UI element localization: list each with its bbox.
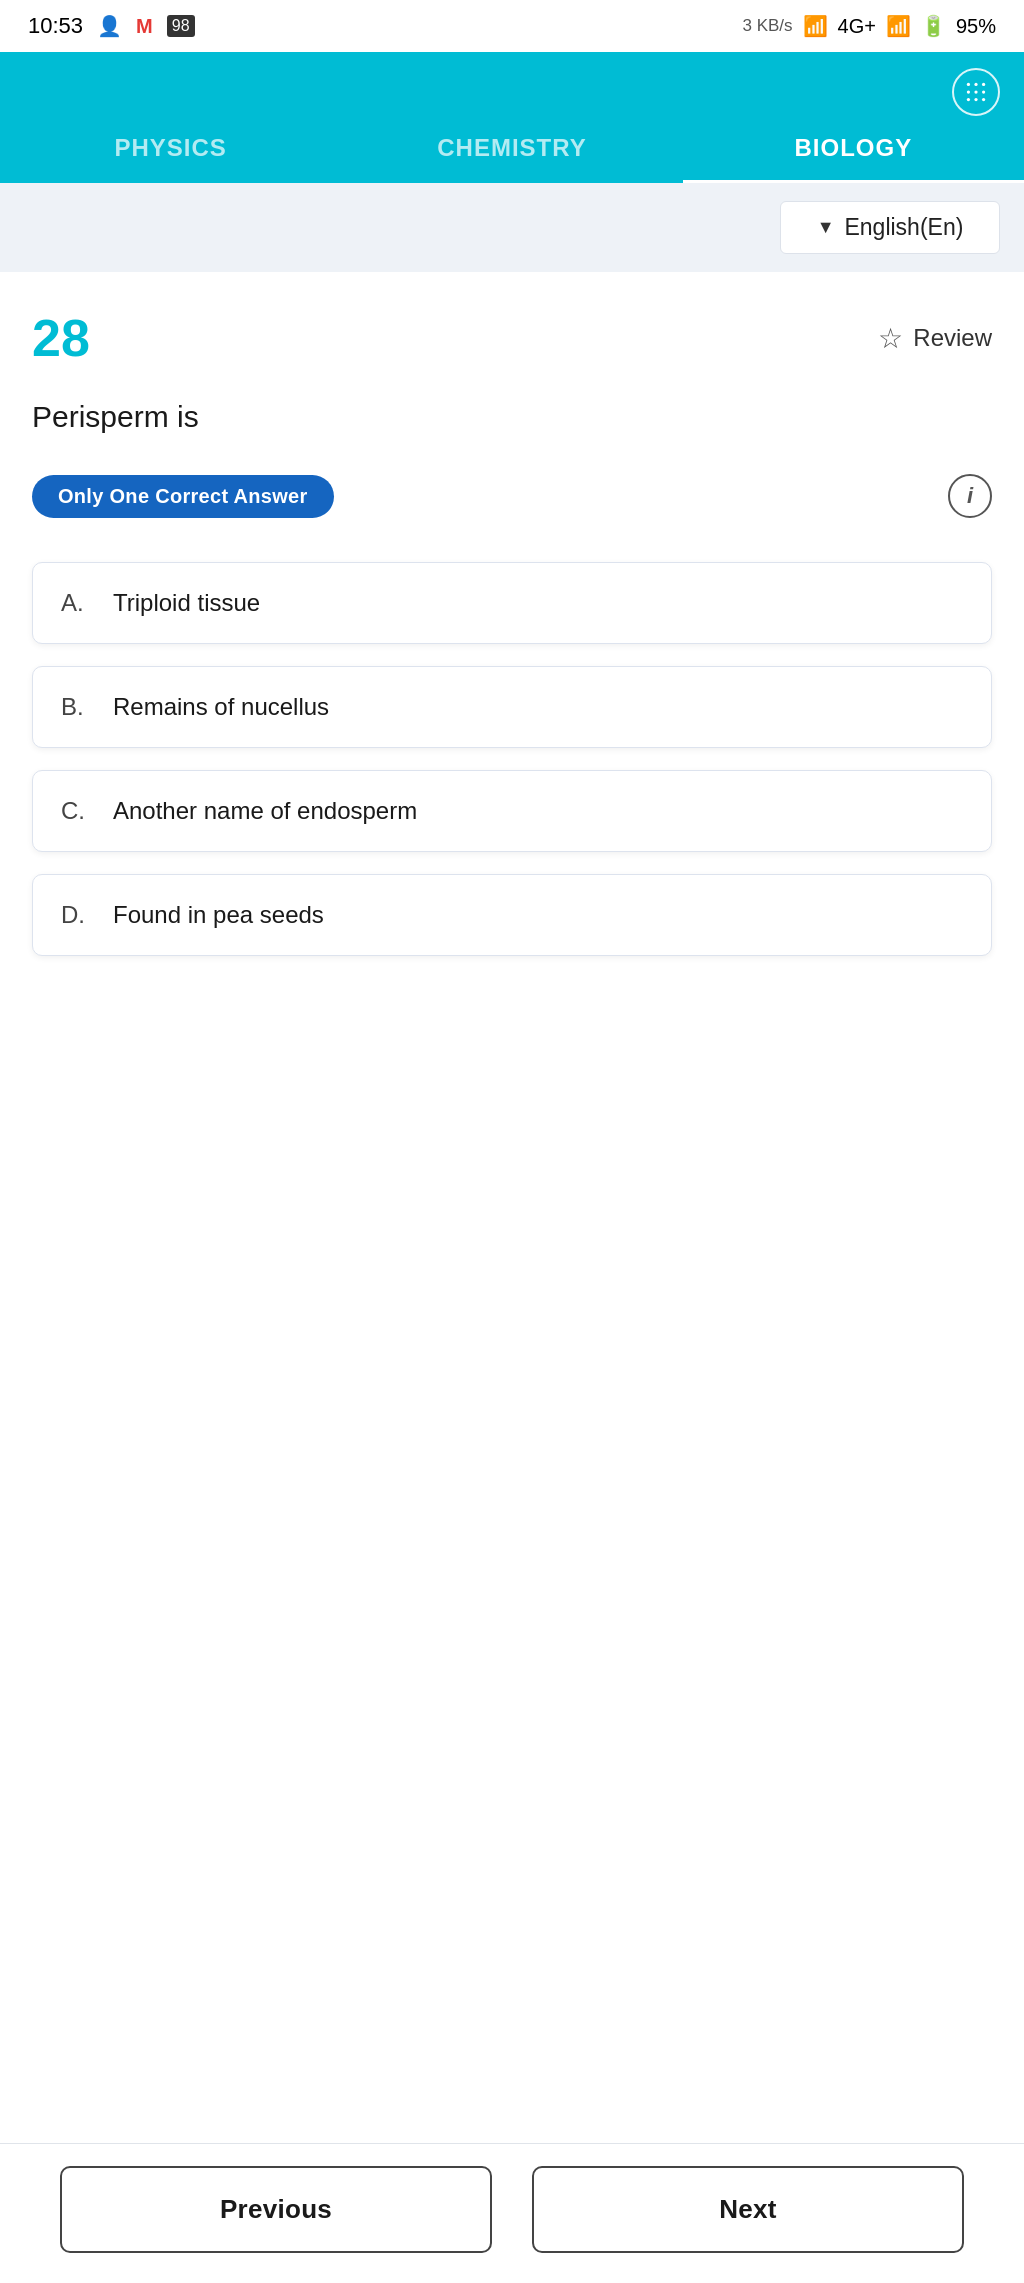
language-dropdown[interactable]: ▼ English(En) <box>780 201 1000 254</box>
status-bar: 10:53 👤 M 98 3 KB/s 📶 4G+ 📶 🔋 95% <box>0 0 1024 52</box>
option-b[interactable]: B. Remains of nucellus <box>32 666 992 748</box>
status-mail-icon: M <box>136 15 153 38</box>
svg-point-4 <box>974 90 977 93</box>
option-d-text: Found in pea seeds <box>113 901 324 929</box>
question-text: Perisperm is <box>32 396 992 438</box>
svg-point-2 <box>982 83 985 86</box>
info-icon: i <box>967 483 973 509</box>
review-label: Review <box>913 324 992 352</box>
status-battery-icon: 🔋 <box>921 14 946 38</box>
option-a-letter: A. <box>61 589 91 617</box>
main-content: 28 ☆ Review Perisperm is Only One Correc… <box>0 272 1024 2172</box>
options-list: A. Triploid tissue B. Remains of nucellu… <box>32 562 992 956</box>
option-b-text: Remains of nucellus <box>113 693 329 721</box>
status-time: 10:53 <box>28 13 83 39</box>
language-label: English(En) <box>844 214 963 241</box>
svg-point-0 <box>967 83 970 86</box>
nav-tabs: PHYSICS CHEMISTRY BIOLOGY <box>0 120 1024 183</box>
answer-type-badge: Only One Correct Answer <box>32 475 334 518</box>
svg-point-5 <box>982 90 985 93</box>
next-button[interactable]: Next <box>532 2166 964 2253</box>
status-signal-icon: 📶 <box>886 14 911 38</box>
tab-chemistry[interactable]: CHEMISTRY <box>341 120 682 183</box>
status-network: 4G+ <box>838 15 876 38</box>
option-b-letter: B. <box>61 693 91 721</box>
option-a[interactable]: A. Triploid tissue <box>32 562 992 644</box>
status-battery: 95% <box>956 15 996 38</box>
bottom-navigation: Previous Next <box>0 2143 1024 2283</box>
option-c-letter: C. <box>61 797 91 825</box>
svg-point-8 <box>982 98 985 101</box>
option-a-text: Triploid tissue <box>113 589 260 617</box>
tab-physics[interactable]: PHYSICS <box>0 120 341 183</box>
review-button[interactable]: ☆ Review <box>878 322 992 355</box>
status-wifi-icon: 📶 <box>803 14 828 38</box>
svg-point-3 <box>967 90 970 93</box>
status-extra-icon: 98 <box>167 15 195 37</box>
option-d[interactable]: D. Found in pea seeds <box>32 874 992 956</box>
question-number: 28 <box>32 308 90 368</box>
header-top <box>0 52 1024 120</box>
option-c-text: Another name of endosperm <box>113 797 417 825</box>
option-d-letter: D. <box>61 901 91 929</box>
language-bar: ▼ English(En) <box>0 183 1024 272</box>
svg-point-7 <box>974 98 977 101</box>
svg-point-1 <box>974 83 977 86</box>
status-left: 10:53 👤 M 98 <box>28 13 195 39</box>
dropdown-arrow: ▼ <box>817 217 835 238</box>
question-header: 28 ☆ Review <box>32 308 992 368</box>
svg-point-6 <box>967 98 970 101</box>
answer-type-row: Only One Correct Answer i <box>32 474 992 518</box>
option-c[interactable]: C. Another name of endosperm <box>32 770 992 852</box>
header: PHYSICS CHEMISTRY BIOLOGY <box>0 52 1024 183</box>
tab-biology[interactable]: BIOLOGY <box>683 120 1024 183</box>
status-kb: 3 KB/s <box>743 16 793 36</box>
info-button[interactable]: i <box>948 474 992 518</box>
previous-button[interactable]: Previous <box>60 2166 492 2253</box>
status-user-icon: 👤 <box>97 14 122 38</box>
status-right: 3 KB/s 📶 4G+ 📶 🔋 95% <box>743 14 996 38</box>
grid-menu-button[interactable] <box>952 68 1000 116</box>
star-icon: ☆ <box>878 322 903 355</box>
